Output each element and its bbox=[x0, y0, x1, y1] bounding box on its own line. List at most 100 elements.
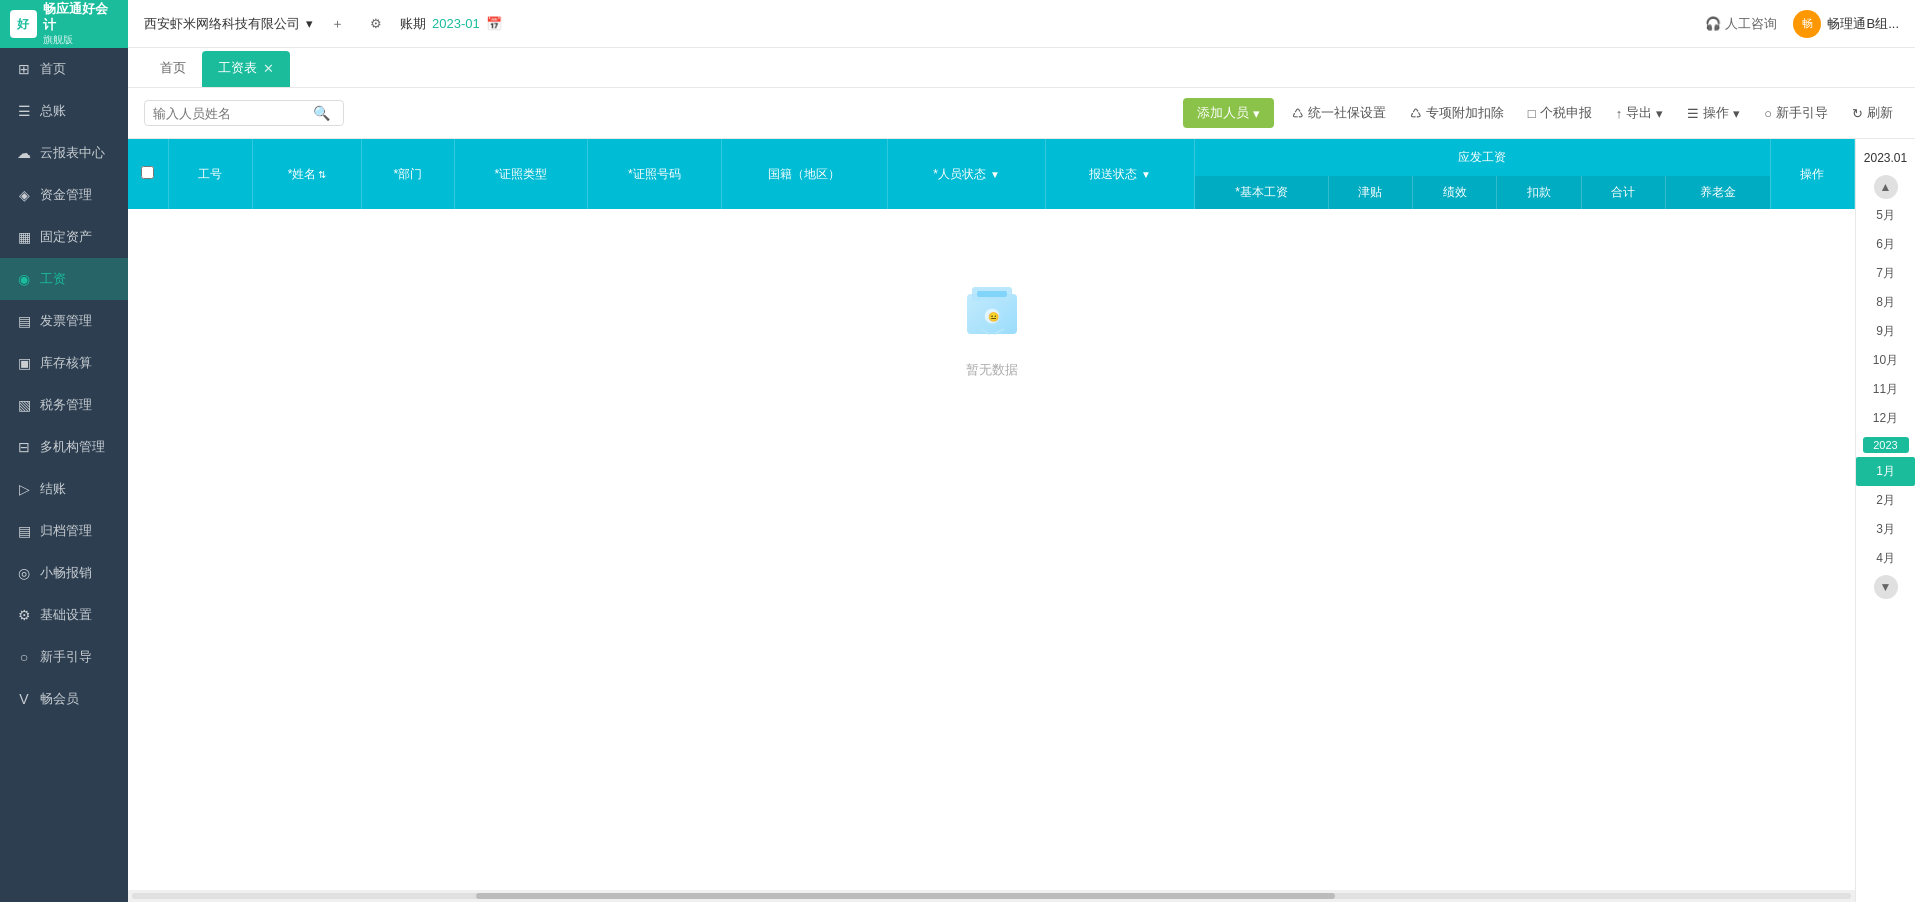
status-filter-icon[interactable]: ▼ bbox=[990, 169, 1000, 180]
sidebar-item-guide[interactable]: ○ 新手引导 bbox=[0, 636, 128, 678]
export-label: 导出 bbox=[1626, 104, 1652, 122]
export-dropdown-icon: ▾ bbox=[1656, 106, 1663, 121]
sidebar-item-fund[interactable]: ◈ 资金管理 bbox=[0, 174, 128, 216]
personal-tax-action[interactable]: □ 个税申报 bbox=[1522, 100, 1598, 126]
month-8[interactable]: 8月 bbox=[1856, 288, 1915, 317]
guide-icon: ○ bbox=[16, 649, 32, 665]
empty-text: 暂无数据 bbox=[966, 361, 1018, 379]
toolbar-right: 添加人员 ▾ ♺ 统一社保设置 ♺ 专项附加扣除 □ 个税申报 ↑ 导出 bbox=[1183, 98, 1899, 128]
period-label: 账期 bbox=[400, 15, 426, 33]
sidebar-label-fund: 资金管理 bbox=[40, 186, 92, 204]
sidebar-label-tax: 税务管理 bbox=[40, 396, 92, 414]
horizontal-scrollbar[interactable] bbox=[128, 890, 1855, 902]
sub-header-performance: 绩效 bbox=[1413, 176, 1497, 209]
select-all-checkbox[interactable] bbox=[141, 166, 154, 179]
user-info: 畅 畅理通B组... bbox=[1793, 10, 1899, 38]
scrollbar-track bbox=[132, 893, 1851, 899]
topbar-right: 🎧 人工咨询 畅 畅理通B组... bbox=[1705, 10, 1899, 38]
month-1[interactable]: 1月 bbox=[1856, 457, 1915, 486]
header-checkbox[interactable] bbox=[128, 139, 168, 209]
sidebar-label-settings: 基础设置 bbox=[40, 606, 92, 624]
calendar-icon[interactable]: 📅 bbox=[486, 16, 502, 31]
month-4[interactable]: 4月 bbox=[1856, 544, 1915, 573]
empty-illustration: 😐 bbox=[952, 269, 1032, 349]
panel-prev-btn[interactable]: ▲ bbox=[1874, 175, 1898, 199]
sidebar-item-ledger[interactable]: ☰ 总账 bbox=[0, 90, 128, 132]
operations-action[interactable]: ☰ 操作 ▾ bbox=[1681, 100, 1746, 126]
export-action[interactable]: ↑ 导出 ▾ bbox=[1610, 100, 1670, 126]
month-11[interactable]: 11月 bbox=[1856, 375, 1915, 404]
refresh-action[interactable]: ↻ 刷新 bbox=[1846, 100, 1899, 126]
user-name: 畅理通B组... bbox=[1827, 15, 1899, 33]
guide-label: 新手引导 bbox=[1776, 104, 1828, 122]
sidebar-item-home[interactable]: ⊞ 首页 bbox=[0, 48, 128, 90]
guide-action[interactable]: ○ 新手引导 bbox=[1758, 100, 1834, 126]
personal-tax-icon: □ bbox=[1528, 106, 1536, 121]
sidebar-label-expense: 小畅报销 bbox=[40, 564, 92, 582]
social-insurance-label: 统一社保设置 bbox=[1308, 104, 1386, 122]
sidebar-item-tax[interactable]: ▧ 税务管理 bbox=[0, 384, 128, 426]
add-company-button[interactable]: ＋ bbox=[323, 11, 352, 37]
fund-icon: ◈ bbox=[16, 187, 32, 203]
headset-icon: 🎧 bbox=[1705, 16, 1721, 31]
operations-label: 操作 bbox=[1703, 104, 1729, 122]
user-service-button[interactable]: 🎧 人工咨询 bbox=[1705, 15, 1777, 33]
main-area: 西安虾米网络科技有限公司 ▾ ＋ ⚙ 账期 2023-01 📅 🎧 人工咨询 畅… bbox=[128, 0, 1915, 902]
account-period: 账期 2023-01 📅 bbox=[400, 15, 502, 33]
add-person-button[interactable]: 添加人员 ▾ bbox=[1183, 98, 1274, 128]
special-deduction-action[interactable]: ♺ 专项附加扣除 bbox=[1404, 100, 1510, 126]
sidebar: 好 畅应通好会计 旗舰版 ⊞ 首页 ☰ 总账 ☁ 云报表中心 ◈ 资金管理 ▦ … bbox=[0, 0, 128, 902]
year-badge: 2023 bbox=[1863, 437, 1909, 453]
search-input[interactable] bbox=[153, 106, 313, 121]
sidebar-item-invoice[interactable]: ▤ 发票管理 bbox=[0, 300, 128, 342]
home-icon: ⊞ bbox=[16, 61, 32, 77]
app-title: 畅应通好会计 bbox=[43, 1, 118, 32]
header-status: *人员状态 ▼ bbox=[888, 139, 1045, 209]
header-operations: 操作 bbox=[1770, 139, 1854, 209]
panel-next-btn[interactable]: ▼ bbox=[1874, 575, 1898, 599]
month-9[interactable]: 9月 bbox=[1856, 317, 1915, 346]
sidebar-item-cloud-report[interactable]: ☁ 云报表中心 bbox=[0, 132, 128, 174]
sidebar-item-fixed-assets[interactable]: ▦ 固定资产 bbox=[0, 216, 128, 258]
social-insurance-action[interactable]: ♺ 统一社保设置 bbox=[1286, 100, 1392, 126]
header-id-type: *证照类型 bbox=[454, 139, 588, 209]
right-panel-header: 2023.01 bbox=[1860, 143, 1911, 173]
sub-header-total: 合计 bbox=[1581, 176, 1665, 209]
sub-header-deduction: 扣款 bbox=[1497, 176, 1581, 209]
operations-dropdown-icon: ▾ bbox=[1733, 106, 1740, 121]
sidebar-item-expense[interactable]: ◎ 小畅报销 bbox=[0, 552, 128, 594]
name-sort-icon[interactable]: ⇅ bbox=[318, 169, 326, 180]
salary-table: 工号 *姓名 ⇅ *部门 *证照类型 *证照号码 bbox=[128, 139, 1855, 209]
logo-icon: 好 bbox=[10, 10, 37, 38]
month-7[interactable]: 7月 bbox=[1856, 259, 1915, 288]
header-salary-group: 应发工资 bbox=[1195, 139, 1770, 176]
month-2[interactable]: 2月 bbox=[1856, 486, 1915, 515]
sidebar-item-multi-org[interactable]: ⊟ 多机构管理 bbox=[0, 426, 128, 468]
month-12[interactable]: 12月 bbox=[1856, 404, 1915, 433]
close-account-icon: ▷ bbox=[16, 481, 32, 497]
search-wrap: 🔍 bbox=[144, 100, 344, 126]
company-selector[interactable]: 西安虾米网络科技有限公司 ▾ bbox=[144, 15, 313, 33]
month-10[interactable]: 10月 bbox=[1856, 346, 1915, 375]
report-filter-icon[interactable]: ▼ bbox=[1141, 169, 1151, 180]
guide-icon: ○ bbox=[1764, 106, 1772, 121]
sidebar-label-close-account: 结账 bbox=[40, 480, 66, 498]
table-container[interactable]: 工号 *姓名 ⇅ *部门 *证照类型 *证照号码 bbox=[128, 139, 1855, 890]
sidebar-item-inventory[interactable]: ▣ 库存核算 bbox=[0, 342, 128, 384]
header-employee-id: 工号 bbox=[168, 139, 252, 209]
tab-salary[interactable]: 工资表 ✕ bbox=[202, 51, 290, 87]
sidebar-item-archive[interactable]: ▤ 归档管理 bbox=[0, 510, 128, 552]
sidebar-label-guide: 新手引导 bbox=[40, 648, 92, 666]
sidebar-item-member[interactable]: V 畅会员 bbox=[0, 678, 128, 720]
sidebar-item-close-account[interactable]: ▷ 结账 bbox=[0, 468, 128, 510]
tab-home[interactable]: 首页 bbox=[144, 51, 202, 87]
sidebar-item-salary[interactable]: ◉ 工资 bbox=[0, 258, 128, 300]
settings-button[interactable]: ⚙ bbox=[362, 12, 390, 35]
content-area: 🔍 添加人员 ▾ ♺ 统一社保设置 ♺ 专项附加扣除 □ 个税申报 bbox=[128, 88, 1915, 902]
tab-close-icon[interactable]: ✕ bbox=[263, 61, 274, 76]
month-5[interactable]: 5月 bbox=[1856, 201, 1915, 230]
refresh-icon: ↻ bbox=[1852, 106, 1863, 121]
month-3[interactable]: 3月 bbox=[1856, 515, 1915, 544]
sidebar-item-settings[interactable]: ⚙ 基础设置 bbox=[0, 594, 128, 636]
month-6[interactable]: 6月 bbox=[1856, 230, 1915, 259]
